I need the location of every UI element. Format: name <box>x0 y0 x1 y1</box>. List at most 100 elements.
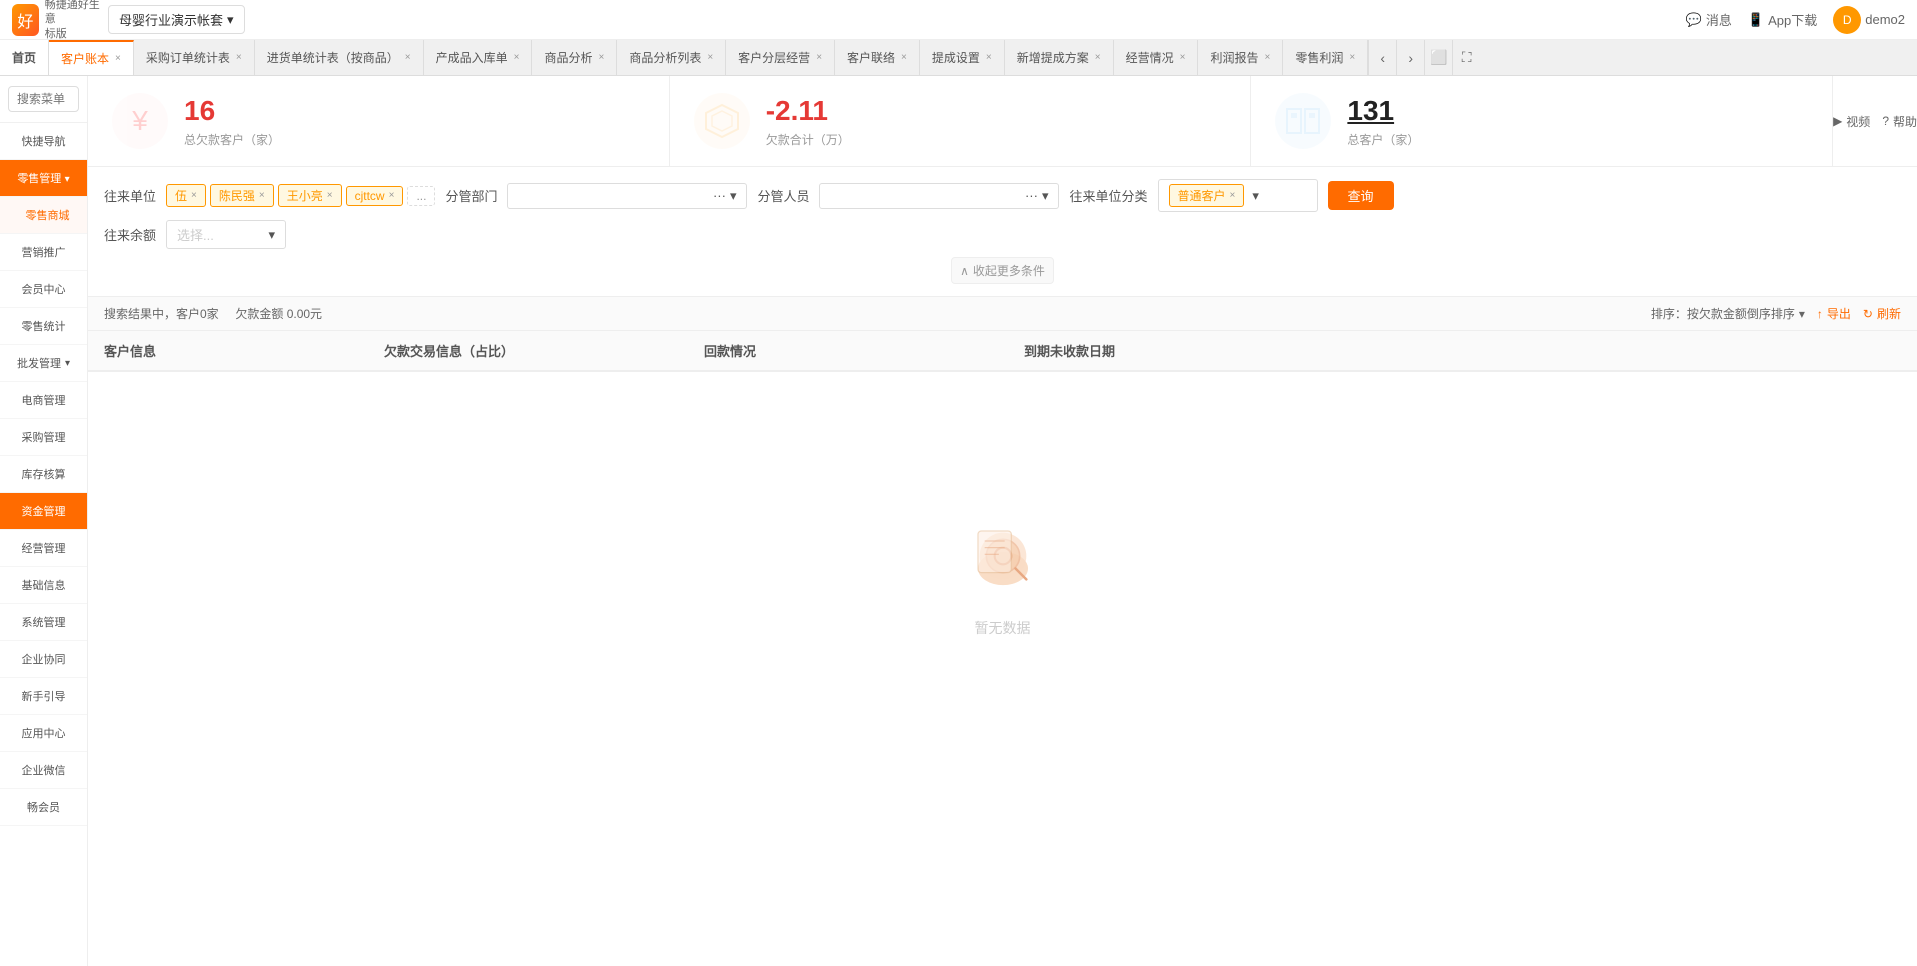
tab-fullscreen[interactable]: ⛶ <box>1452 40 1480 75</box>
empty-state: 暂无数据 <box>893 446 1113 698</box>
chevron-down-icon: ▾ <box>268 227 275 243</box>
app-icon: 📱 <box>1748 12 1764 28</box>
unit-type-select[interactable]: 普通客户 × ▾ <box>1158 179 1318 212</box>
customers-label: 总欠款客户（家） <box>184 131 280 148</box>
sidebar-item-system[interactable]: 系统管理 <box>0 604 87 641</box>
tab-purchase-stats[interactable]: 进货单统计表（按商品） × <box>255 40 424 75</box>
sidebar-item-member-center[interactable]: 会员中心 <box>0 271 87 308</box>
user-btn[interactable]: D demo2 <box>1833 6 1905 34</box>
tab-close-icon[interactable]: × <box>1095 52 1101 63</box>
sort-select[interactable]: 排序：按欠款金额倒序排序 ▾ <box>1651 305 1805 322</box>
content-area: ¥ 16 总欠款客户（家） -2.11 欠款合计（万） <box>88 76 1917 966</box>
sidebar-item-retail-mall[interactable]: 零售商城 <box>0 197 87 234</box>
summary-card-customers: ¥ 16 总欠款客户（家） <box>88 76 670 166</box>
tag-close-cjttcw[interactable]: × <box>389 190 395 201</box>
logo-icon: 好 <box>12 4 39 36</box>
tab-expand[interactable]: ⬜ <box>1424 40 1452 75</box>
top-header: 好 畅捷通好生意 标版 母婴行业演示帐套 ▾ 💬 消息 📱 App下载 D de… <box>0 0 1917 40</box>
tab-finished-goods[interactable]: 产成品入库单 × <box>424 40 533 75</box>
search-input[interactable] <box>8 86 79 112</box>
tab-business[interactable]: 经营情况 × <box>1114 40 1199 75</box>
search-button[interactable]: 查询 <box>1328 181 1394 210</box>
unit-type-label: 往来单位分类 <box>1069 186 1147 205</box>
tab-close-icon[interactable]: × <box>598 52 604 63</box>
unit-type-close[interactable]: × <box>1230 190 1236 201</box>
sidebar-item-quick-nav[interactable]: 快捷导航 <box>0 123 87 160</box>
sidebar-item-purchase-mgmt[interactable]: 采购管理 <box>0 419 87 456</box>
balance-select[interactable]: 选择... ▾ <box>166 220 286 249</box>
tab-close-icon[interactable]: × <box>1349 52 1355 63</box>
sidebar-item-inventory[interactable]: 库存核算 <box>0 456 87 493</box>
chevron-down-icon: ▾ <box>1799 307 1805 321</box>
tab-close-icon[interactable]: × <box>236 52 242 63</box>
customers-value: 16 <box>184 95 280 127</box>
tab-customer-layer[interactable]: 客户分层经营 × <box>726 40 835 75</box>
sidebar-item-newbie[interactable]: 新手引导 <box>0 678 87 715</box>
col-overdue-date: 到期未收款日期 <box>1024 341 1901 360</box>
tab-close-icon[interactable]: × <box>514 52 520 63</box>
sidebar-item-ecommerce[interactable]: 电商管理 <box>0 382 87 419</box>
tab-profit-report[interactable]: 利润报告 × <box>1198 40 1283 75</box>
sidebar-item-basic-info[interactable]: 基础信息 <box>0 567 87 604</box>
tab-product-analysis-list[interactable]: 商品分析列表 × <box>617 40 726 75</box>
sidebar-item-retail-stats[interactable]: 零售统计 <box>0 308 87 345</box>
sidebar-item-retail-mgmt[interactable]: 零售管理 ▾ <box>0 160 87 197</box>
sidebar-item-operation[interactable]: 经营管理 <box>0 530 87 567</box>
summary-actions: ▶ 视频 ? 帮助 <box>1833 76 1917 166</box>
tag-close-chen[interactable]: × <box>259 190 265 201</box>
help-icon: ? <box>1882 114 1889 128</box>
refresh-btn[interactable]: ↻ 刷新 <box>1863 305 1901 322</box>
empty-icon <box>953 506 1053 606</box>
tab-retail-profit[interactable]: 零售利润 × <box>1283 40 1368 75</box>
empty-label: 暂无数据 <box>975 618 1031 638</box>
filter-tag-wu: 伍 × <box>166 184 206 207</box>
tab-customer-ledger[interactable]: 客户账本 × <box>49 40 134 75</box>
filter-area: 往来单位 伍 × 陈民强 × 王小亮 × cjttcw <box>88 167 1917 297</box>
app-download-btn[interactable]: 📱 App下载 <box>1748 10 1817 29</box>
tab-close-icon[interactable]: × <box>816 52 822 63</box>
company-select[interactable]: 母婴行业演示帐套 ▾ <box>108 5 245 34</box>
summary-customers-text: 16 总欠款客户（家） <box>184 95 280 148</box>
total-icon <box>1275 93 1331 149</box>
tab-close-icon[interactable]: × <box>1264 52 1270 63</box>
dept-select[interactable]: ··· ▾ <box>507 183 747 209</box>
customers-icon: ¥ <box>112 93 168 149</box>
sidebar-item-marketing[interactable]: 营销推广 <box>0 234 87 271</box>
filter-row-1: 往来单位 伍 × 陈民强 × 王小亮 × cjttcw <box>104 179 1901 212</box>
tab-close-icon[interactable]: × <box>707 52 713 63</box>
tab-close-icon[interactable]: × <box>901 52 907 63</box>
tab-close-icon[interactable]: × <box>1180 52 1186 63</box>
tab-close-icon[interactable]: × <box>986 52 992 63</box>
person-select[interactable]: ··· ▾ <box>819 183 1059 209</box>
result-actions: 排序：按欠款金额倒序排序 ▾ ↑ 导出 ↻ 刷新 <box>1651 305 1901 322</box>
filter-more-btn[interactable]: ... <box>407 186 435 206</box>
sidebar-item-finance[interactable]: 资金管理 <box>0 493 87 530</box>
tab-customer-contact[interactable]: 客户联络 × <box>835 40 920 75</box>
video-btn[interactable]: ▶ 视频 <box>1833 113 1870 130</box>
tag-close-wang[interactable]: × <box>327 190 333 201</box>
tab-home[interactable]: 首页 <box>0 40 49 75</box>
sidebar-item-wholesale-mgmt[interactable]: 批发管理 ▾ <box>0 345 87 382</box>
message-btn[interactable]: 💬 消息 <box>1686 10 1732 29</box>
tab-close-icon[interactable]: × <box>405 52 411 63</box>
help-btn[interactable]: ? 帮助 <box>1882 113 1917 130</box>
sidebar-item-enterprise[interactable]: 企业协同 <box>0 641 87 678</box>
tab-commission-settings[interactable]: 提成设置 × <box>920 40 1005 75</box>
sidebar-item-wechat[interactable]: 企业微信 <box>0 752 87 789</box>
export-btn[interactable]: ↑ 导出 <box>1817 305 1851 322</box>
tab-close-icon[interactable]: × <box>115 53 121 64</box>
summary-card-total: 131 总客户（家） <box>1251 76 1833 166</box>
tab-scroll-left[interactable]: ‹ <box>1368 40 1396 75</box>
tab-purchase-order[interactable]: 采购订单统计表 × <box>134 40 255 75</box>
tag-close-wu[interactable]: × <box>191 190 197 201</box>
filter-row-2: 往来余额 选择... ▾ <box>104 220 1901 249</box>
chevron-down-icon: ▾ <box>730 188 737 204</box>
sidebar-item-member[interactable]: 畅会员 <box>0 789 87 826</box>
collapse-btn[interactable]: ∧ 收起更多条件 <box>951 257 1054 284</box>
tab-add-commission[interactable]: 新增提成方案 × <box>1005 40 1114 75</box>
tab-product-analysis[interactable]: 商品分析 × <box>532 40 617 75</box>
tab-scroll-right[interactable]: › <box>1396 40 1424 75</box>
sidebar-item-app-center[interactable]: 应用中心 <box>0 715 87 752</box>
summary-card-debt: -2.11 欠款合计（万） <box>670 76 1252 166</box>
filter-tag-wang: 王小亮 × <box>278 184 342 207</box>
